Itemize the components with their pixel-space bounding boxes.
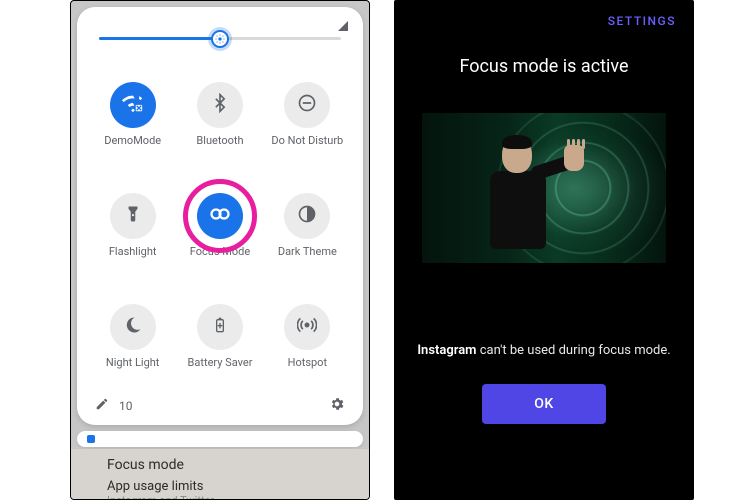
wifi-off-icon <box>122 92 144 118</box>
tile-label: Hotspot <box>288 356 327 369</box>
notification-carousel[interactable] <box>77 431 363 447</box>
battery-level-text: 10 <box>119 399 133 413</box>
battery-icon <box>212 315 228 339</box>
focus-mode-message: Instagram can't be used during focus mod… <box>397 343 690 358</box>
tile-label: Dark Theme <box>278 245 337 258</box>
tile-label: Night Light <box>106 356 160 369</box>
tile-label: Bluetooth <box>196 134 243 147</box>
quick-settings-tiles: DemoMode Bluetooth <box>89 55 351 392</box>
tile-demomode[interactable]: DemoMode <box>104 82 161 147</box>
phone-right-focus-overlay: SETTINGS Focus mode is active Instagram … <box>394 0 694 500</box>
brightness-slider[interactable] <box>89 21 351 55</box>
nightlight-icon <box>123 315 143 339</box>
carousel-indicator-icon <box>87 435 95 443</box>
tile-darktheme[interactable]: Dark Theme <box>278 193 337 258</box>
tile-hotspot[interactable]: Hotspot <box>284 304 330 369</box>
tile-button[interactable] <box>197 82 243 128</box>
focus-mode-title: Focus mode is active <box>459 56 628 77</box>
tile-button[interactable] <box>284 82 330 128</box>
message-suffix: can't be used during focus mode. <box>476 343 670 358</box>
tile-button[interactable] <box>110 82 156 128</box>
focus-icon <box>208 202 232 230</box>
tile-label: Battery Saver <box>188 356 253 369</box>
app-usage-limits-label[interactable]: App usage limits <box>107 479 341 494</box>
tile-button[interactable] <box>197 304 243 350</box>
hotspot-icon <box>297 315 317 339</box>
tile-button[interactable] <box>284 193 330 239</box>
quick-settings-panel: DemoMode Bluetooth <box>77 7 363 425</box>
dnd-icon <box>297 93 317 117</box>
flashlight-icon <box>124 205 142 227</box>
tile-flashlight[interactable]: Flashlight <box>109 193 157 258</box>
digital-wellbeing-background: Focus mode App usage limits Instagram an… <box>71 449 369 499</box>
slider-thumb[interactable] <box>211 30 229 48</box>
image-figure <box>460 131 570 251</box>
edit-icon[interactable] <box>95 397 109 414</box>
tile-nightlight[interactable]: Night Light <box>106 304 160 369</box>
tile-dnd[interactable]: Do Not Disturb <box>271 82 343 147</box>
bluetooth-icon <box>210 93 230 117</box>
tile-label: DemoMode <box>104 134 161 147</box>
quick-settings-footer: 10 <box>89 392 351 417</box>
tile-bluetooth[interactable]: Bluetooth <box>196 82 243 147</box>
tile-button[interactable] <box>110 304 156 350</box>
slider-fill <box>99 37 220 40</box>
tile-label: Do Not Disturb <box>271 134 343 147</box>
tile-button[interactable] <box>284 304 330 350</box>
blocked-app-name: Instagram <box>417 343 476 358</box>
app-usage-limits-sub: Instagram and Twitter <box>107 494 341 500</box>
phone-left-quick-settings: DemoMode Bluetooth <box>70 0 370 500</box>
settings-link[interactable]: SETTINGS <box>608 0 694 28</box>
ok-button[interactable]: OK <box>482 384 606 424</box>
tile-label: Focus Mode <box>190 245 250 258</box>
darktheme-icon <box>297 204 317 228</box>
tile-button[interactable] <box>197 193 243 239</box>
focus-mode-row-label[interactable]: Focus mode <box>107 457 341 473</box>
gear-icon[interactable] <box>329 396 345 415</box>
tile-label: Flashlight <box>109 245 157 258</box>
tile-focus-mode[interactable]: Focus Mode <box>190 193 250 258</box>
focus-mode-image <box>422 113 666 263</box>
tile-batterysaver[interactable]: Battery Saver <box>188 304 253 369</box>
tile-button[interactable] <box>110 193 156 239</box>
